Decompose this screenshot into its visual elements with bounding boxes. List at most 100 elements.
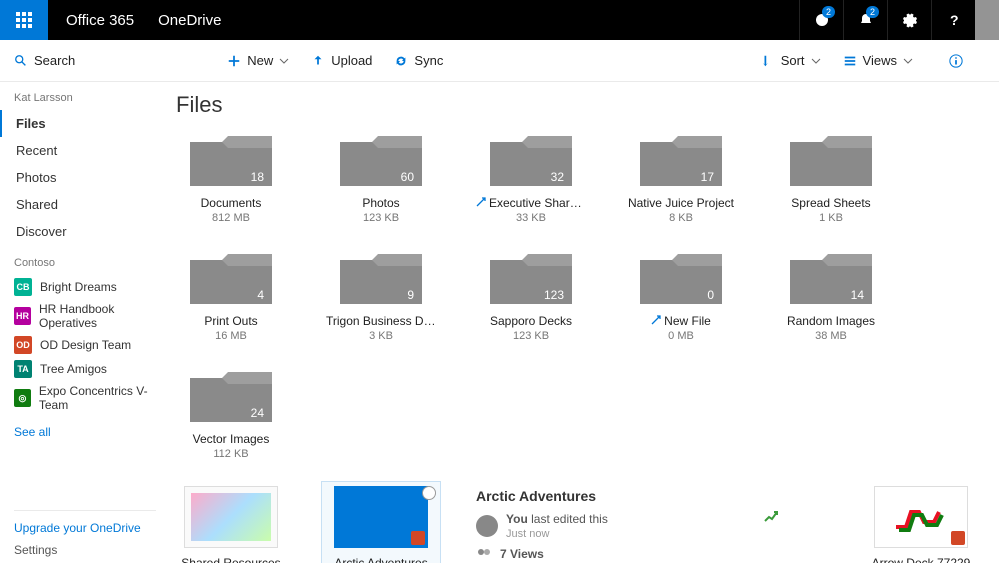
views-icon (843, 54, 857, 68)
folder-size: 812 MB (176, 212, 286, 224)
file-thumbnail (874, 486, 968, 548)
folder-card[interactable]: Spread Sheets1 KB (776, 132, 886, 224)
group-item[interactable]: ◎Expo Concentrics V-Team (14, 381, 168, 415)
folder-card[interactable]: 9 Trigon Business Design 3 KB (326, 250, 436, 342)
settings-link[interactable]: Settings (14, 535, 168, 563)
shared-icon (651, 314, 661, 328)
app-header: Office 365 OneDrive 2 2 ? (0, 0, 999, 40)
sort-button[interactable]: Sort (761, 53, 821, 68)
settings-button[interactable] (887, 0, 931, 40)
file-name: Shared Resources (176, 556, 286, 563)
info-icon (949, 54, 963, 68)
chevron-down-icon (903, 56, 913, 66)
brand-app[interactable]: OneDrive (152, 12, 227, 29)
file-card[interactable]: Arctic Adventures14 messages 2 Edits (322, 482, 440, 563)
sync-label: Sync (414, 53, 443, 68)
upgrade-link[interactable]: Upgrade your OneDrive (14, 510, 156, 535)
new-button[interactable]: New (227, 53, 289, 68)
selection-circle[interactable] (422, 486, 436, 500)
folder-card[interactable]: 18 Documents 812 MB (176, 132, 286, 224)
folder-size: 38 MB (776, 330, 886, 342)
folder-card[interactable]: 14 Random Images 38 MB (776, 250, 886, 342)
see-all-link[interactable]: See all (14, 425, 168, 439)
folder-size: 8 KB (626, 212, 736, 224)
new-label: New (247, 53, 273, 68)
gear-icon (902, 12, 918, 28)
folder-name: Documents (176, 196, 286, 210)
folder-count: 18 (251, 170, 264, 184)
folder-card[interactable]: 60Photos123 KB (326, 132, 436, 224)
people-icon (476, 546, 492, 562)
app-launcher[interactable] (0, 0, 48, 40)
help-button[interactable]: ? (931, 0, 975, 40)
folder-name: Photos (326, 196, 436, 210)
folder-card[interactable]: 32 Executive Share Outs 33 KB (476, 132, 586, 224)
group-label: Tree Amigos (40, 362, 107, 376)
folder-name: Executive Share Outs (476, 196, 586, 210)
chevron-down-icon (279, 56, 289, 66)
search-icon (14, 54, 28, 68)
folder-name: New File (626, 314, 736, 328)
sort-icon (761, 54, 775, 68)
folder-size: 33 KB (476, 212, 586, 224)
group-label: OD Design Team (40, 338, 131, 352)
folder-size: 0 MB (626, 330, 736, 342)
folder-count: 60 (401, 170, 414, 184)
skype-button[interactable]: 2 (799, 0, 843, 40)
views-label: Views (863, 53, 897, 68)
info-button[interactable] (949, 54, 963, 68)
folder-count: 123 (544, 288, 564, 302)
group-item[interactable]: TATree Amigos (14, 357, 168, 381)
chevron-down-icon (811, 56, 821, 66)
group-item[interactable]: OD OD Design Team (14, 333, 168, 357)
upload-button[interactable]: Upload (311, 53, 372, 68)
folder-size: 16 MB (176, 330, 286, 342)
sync-button[interactable]: Sync (394, 53, 443, 68)
nav-item-photos[interactable]: Photos (0, 164, 168, 191)
upload-label: Upload (331, 53, 372, 68)
notifications-button[interactable]: 2 (843, 0, 887, 40)
nav-item-shared[interactable]: Shared (0, 191, 168, 218)
folder-card[interactable]: 4Print Outs16 MB (176, 250, 286, 342)
brand-office[interactable]: Office 365 (48, 12, 152, 29)
question-icon: ? (946, 12, 962, 28)
file-thumbnail (334, 486, 428, 548)
nav-item-discover[interactable]: Discover (0, 218, 168, 245)
views-button[interactable]: Views (843, 53, 913, 68)
folder-size: 3 KB (326, 330, 436, 342)
group-item[interactable]: CBBright Dreams (14, 275, 168, 299)
folder-count: 32 (551, 170, 564, 184)
file-thumbnail (184, 486, 278, 548)
folder-name: Trigon Business Design (326, 314, 436, 328)
group-avatar: OD (14, 336, 32, 354)
page-title: Files (176, 92, 981, 118)
svg-text:?: ? (950, 12, 959, 28)
trend-sparkline (716, 486, 826, 548)
folder-name: Sapporo Decks (476, 314, 586, 328)
details-preview: Arctic AdventuresYou last edited thisJus… (476, 486, 676, 563)
group-label: Expo Concentrics V-Team (39, 384, 168, 412)
waffle-icon (16, 12, 32, 28)
nav-item-recent[interactable]: Recent (0, 137, 168, 164)
file-card[interactable]: Arrow Deck 77229 (866, 486, 976, 563)
folder-count: 9 (407, 288, 414, 302)
folder-card[interactable]: 24Vector Images112 KB (176, 368, 286, 460)
folder-count: 14 (851, 288, 864, 302)
folder-count: 0 (707, 288, 714, 302)
nav-item-files[interactable]: Files (0, 110, 168, 137)
search-label: Search (34, 53, 75, 68)
search-button[interactable]: Search (14, 53, 75, 68)
group-item[interactable]: HRHR Handbook Operatives (14, 299, 168, 333)
folder-card[interactable]: 0 New File 0 MB (626, 250, 736, 342)
folder-name: Random Images (776, 314, 886, 328)
folder-size: 112 KB (176, 448, 286, 460)
folder-name: Spread Sheets (776, 196, 886, 210)
folder-name: Vector Images (176, 432, 286, 446)
preview-title: Arctic Adventures (476, 488, 676, 504)
folder-card[interactable]: 123Sapporo Decks123 KB (476, 250, 586, 342)
folder-count: 4 (257, 288, 264, 302)
file-card[interactable]: Shared ResourcesMelih Korkmaz is editing (176, 486, 286, 563)
owner-name: Kat Larsson (14, 92, 168, 104)
folder-card[interactable]: 17Native Juice Project8 KB (626, 132, 736, 224)
upload-icon (311, 54, 325, 68)
